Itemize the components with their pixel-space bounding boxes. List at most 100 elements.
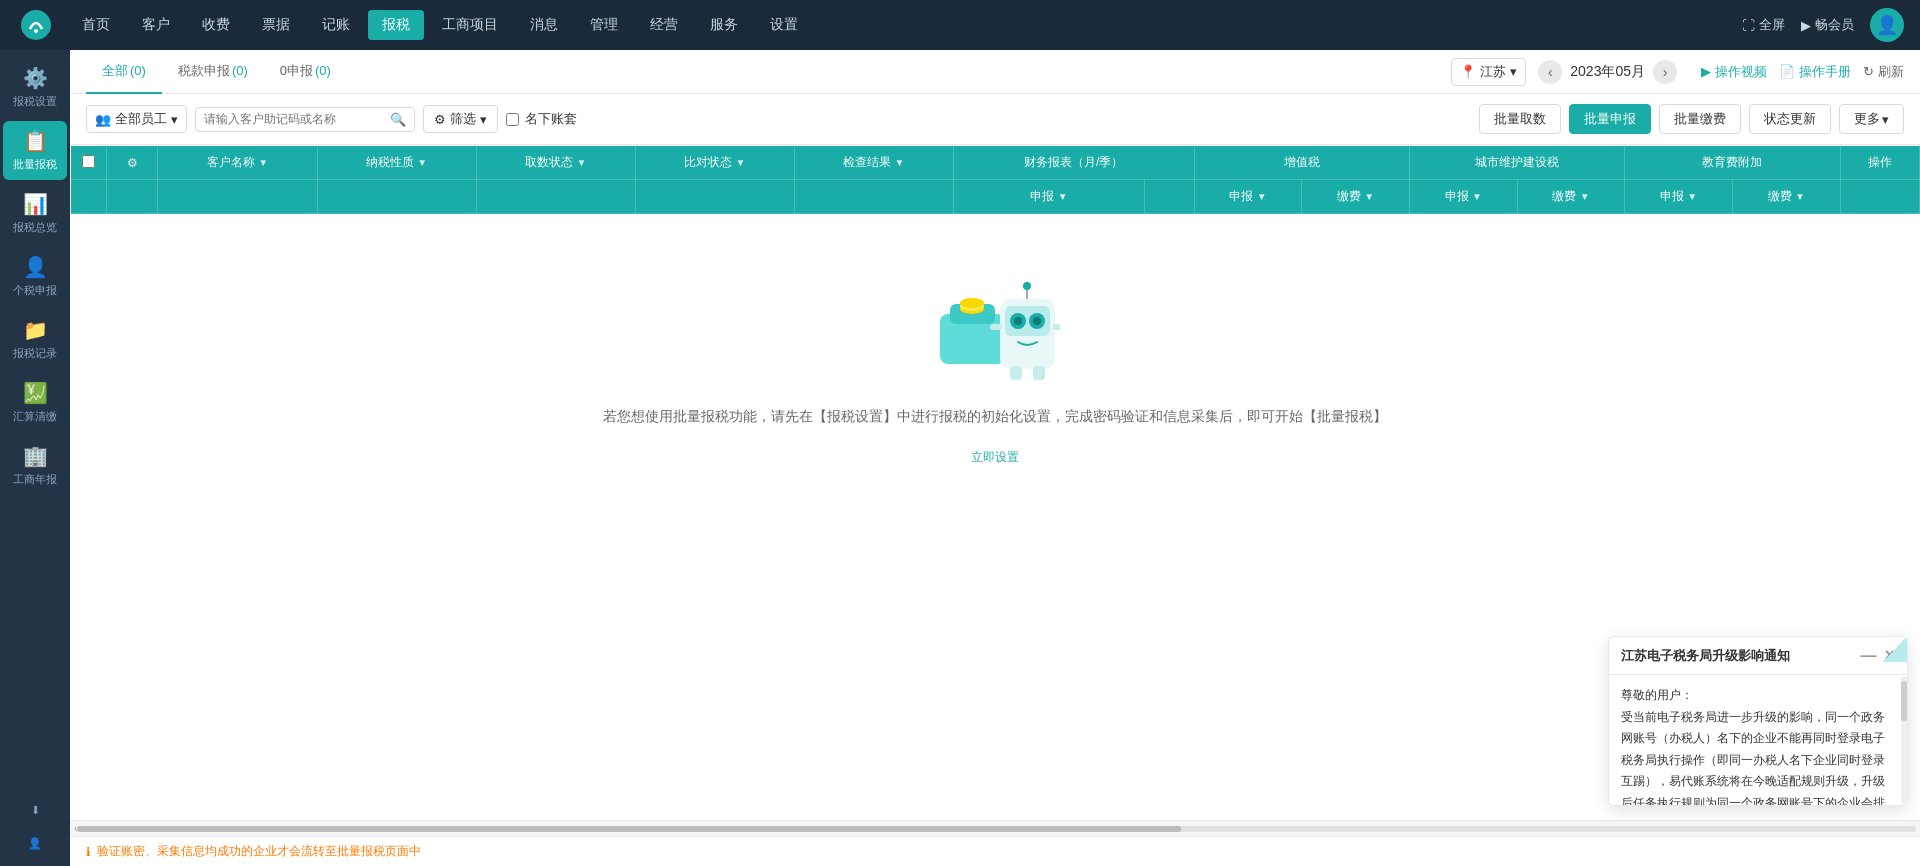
th-fetch-status: 取数状态 ▼ xyxy=(476,146,635,180)
operation-video-button[interactable]: ▶ 操作视频 xyxy=(1701,63,1767,81)
notification-title: 江苏电子税务局升级影响通知 xyxy=(1621,647,1790,665)
fullscreen-icon: ⛶ xyxy=(1742,18,1755,33)
manual-icon: 📄 xyxy=(1779,64,1795,79)
tab-all-label: 全部 xyxy=(102,62,128,80)
nav-settings[interactable]: 设置 xyxy=(756,10,812,40)
batch-pay-button[interactable]: 批量缴费 xyxy=(1659,104,1741,134)
fullscreen-button[interactable]: ⛶ 全屏 xyxy=(1742,16,1785,34)
nav-operation[interactable]: 经营 xyxy=(636,10,692,40)
nav-bookkeeping[interactable]: 记账 xyxy=(308,10,364,40)
search-input[interactable] xyxy=(204,112,386,126)
notif-close-button[interactable]: × xyxy=(1884,645,1895,666)
notif-scrollbar-thumb xyxy=(1901,681,1907,721)
name-account-checkbox[interactable] xyxy=(506,113,519,126)
checkbox-label[interactable]: 名下账套 xyxy=(506,110,577,128)
th-compare-status: 比对状态 ▼ xyxy=(635,146,794,180)
sidebar-item-batch-tax[interactable]: 📋 批量报税 xyxy=(3,121,67,180)
horizontal-scrollbar[interactable]: ‹ xyxy=(70,820,1920,836)
th2-edu-pay: 缴费 ▼ xyxy=(1732,180,1840,214)
tab-zero-declare[interactable]: 0申报 (0) xyxy=(264,50,347,94)
batch-fetch-button[interactable]: 批量取数 xyxy=(1479,104,1561,134)
next-month-button[interactable]: › xyxy=(1653,60,1677,84)
notification-body: 尊敬的用户： 受当前电子税务局进一步升级的影响，同一个政务网账号（办税人）名下的… xyxy=(1609,675,1907,805)
th-tax-nature: 纳税性质 ▼ xyxy=(317,146,476,180)
sidebar-item-annual-report[interactable]: 🏢 工商年报 xyxy=(3,436,67,495)
th2-checkbox xyxy=(71,180,107,214)
tab-tax-declare-count: (0) xyxy=(232,63,248,78)
region-icon: 📍 xyxy=(1460,64,1476,79)
nav-customer[interactable]: 客户 xyxy=(128,10,184,40)
sidebar-item-settlement[interactable]: 💹 汇算清缴 xyxy=(3,373,67,432)
nav-billing[interactable]: 收费 xyxy=(188,10,244,40)
svg-point-0 xyxy=(21,10,51,40)
video-icon: ▶ xyxy=(1701,64,1711,79)
notif-scrollbar[interactable] xyxy=(1901,677,1907,805)
tab-all-count: (0) xyxy=(130,63,146,78)
sidebar-item-personal-tax[interactable]: 👤 个税申报 xyxy=(3,247,67,306)
nav-message[interactable]: 消息 xyxy=(516,10,572,40)
th-city-maintenance: 城市维护建设税 xyxy=(1409,146,1624,180)
tab-tax-declare[interactable]: 税款申报 (0) xyxy=(162,50,264,94)
prev-month-button[interactable]: ‹ xyxy=(1538,60,1562,84)
employee-chevron-icon: ▾ xyxy=(171,112,178,127)
th2-settings xyxy=(107,180,158,214)
filter-icon: ⚙ xyxy=(434,112,446,127)
fullscreen-label: 全屏 xyxy=(1759,16,1785,34)
th2-operation xyxy=(1840,180,1919,214)
user-avatar[interactable]: 👤 xyxy=(1870,8,1904,42)
th-customer-name: 客户名称 ▼ xyxy=(158,146,317,180)
data-table: ⚙ 客户名称 ▼ 纳税性质 ▼ 取数状态 ▼ 比对状态 ▼ 检查结果 ▼ 财务报… xyxy=(70,145,1920,526)
status-update-button[interactable]: 状态更新 xyxy=(1749,104,1831,134)
chevron-down-icon: ▾ xyxy=(1510,64,1517,79)
nav-business[interactable]: 工商项目 xyxy=(428,10,512,40)
more-label: 更多 xyxy=(1854,110,1880,128)
th-operation: 操作 xyxy=(1840,146,1919,180)
sidebar-user[interactable]: 👤 xyxy=(3,829,67,858)
setup-link[interactable]: 立即设置 xyxy=(971,449,1019,466)
employee-select[interactable]: 👥 全部员工 ▾ xyxy=(86,105,187,133)
nav-home[interactable]: 首页 xyxy=(68,10,124,40)
nav-tax[interactable]: 报税 xyxy=(368,10,424,40)
th2-edu-declare: 申报 ▼ xyxy=(1625,180,1733,214)
membership-button[interactable]: ▶ 畅会员 xyxy=(1801,16,1854,34)
refresh-button[interactable]: ↻ 刷新 xyxy=(1863,63,1904,81)
settlement-icon: 💹 xyxy=(23,381,48,405)
svg-rect-17 xyxy=(1053,324,1060,330)
empty-state-row: 若您想使用批量报税功能，请先在【报税设置】中进行报税的初始化设置，完成密码验证和… xyxy=(71,214,1920,527)
filter-button[interactable]: ⚙ 筛选 ▾ xyxy=(423,105,498,133)
region-selector[interactable]: 📍 江苏 ▾ xyxy=(1451,58,1526,86)
sidebar-item-tax-records[interactable]: 📁 报税记录 xyxy=(3,310,67,369)
operation-manual-label: 操作手册 xyxy=(1799,63,1851,81)
sidebar-item-label: 报税记录 xyxy=(13,346,57,361)
sidebar-item-label: 个税申报 xyxy=(13,283,57,298)
nav-invoice[interactable]: 票据 xyxy=(248,10,304,40)
tab-bar: 全部 (0) 税款申报 (0) 0申报 (0) 📍 江苏 ▾ ‹ 2023年05… xyxy=(70,50,1920,94)
top-navigation: 首页 客户 收费 票据 记账 报税 工商项目 消息 管理 经营 服务 设置 ⛶ … xyxy=(0,0,1920,50)
tax-records-icon: 📁 xyxy=(23,318,48,342)
warning-text: 验证账密、采集信息均成功的企业才会流转至批量报税页面中 xyxy=(97,843,421,860)
notification-panel: 江苏电子税务局升级影响通知 — × 尊敬的用户： 受当前电子税务局进一步升级的影… xyxy=(1608,636,1908,806)
batch-declare-button[interactable]: 批量申报 xyxy=(1569,104,1651,134)
th-financial-report: 财务报表（月/季） xyxy=(953,146,1194,180)
th-education-fee: 教育费附加 xyxy=(1625,146,1840,180)
scroll-thumb xyxy=(77,826,1180,832)
sidebar-item-tax-settings[interactable]: ⚙️ 报税设置 xyxy=(3,58,67,117)
operation-manual-button[interactable]: 📄 操作手册 xyxy=(1779,63,1851,81)
notif-minimize-button[interactable]: — xyxy=(1860,647,1876,665)
nav-management[interactable]: 管理 xyxy=(576,10,632,40)
tab-all[interactable]: 全部 (0) xyxy=(86,50,162,94)
select-all-checkbox[interactable] xyxy=(82,155,95,168)
personal-tax-icon: 👤 xyxy=(23,255,48,279)
more-button[interactable]: 更多 ▾ xyxy=(1839,104,1904,134)
svg-point-7 xyxy=(960,298,984,308)
robot-illustration xyxy=(930,274,1060,384)
user-icon: 👤 xyxy=(28,837,42,850)
svg-point-12 xyxy=(1014,317,1022,325)
sidebar-item-tax-overview[interactable]: 📊 报税总览 xyxy=(3,184,67,243)
nav-service[interactable]: 服务 xyxy=(696,10,752,40)
tab-right-actions: ▶ 操作视频 📄 操作手册 ↻ 刷新 xyxy=(1701,63,1904,81)
th2-city-declare: 申报 ▼ xyxy=(1409,180,1517,214)
th2-customer-name xyxy=(158,180,317,214)
sidebar-download[interactable]: ⬇ xyxy=(3,796,67,825)
operation-video-label: 操作视频 xyxy=(1715,63,1767,81)
